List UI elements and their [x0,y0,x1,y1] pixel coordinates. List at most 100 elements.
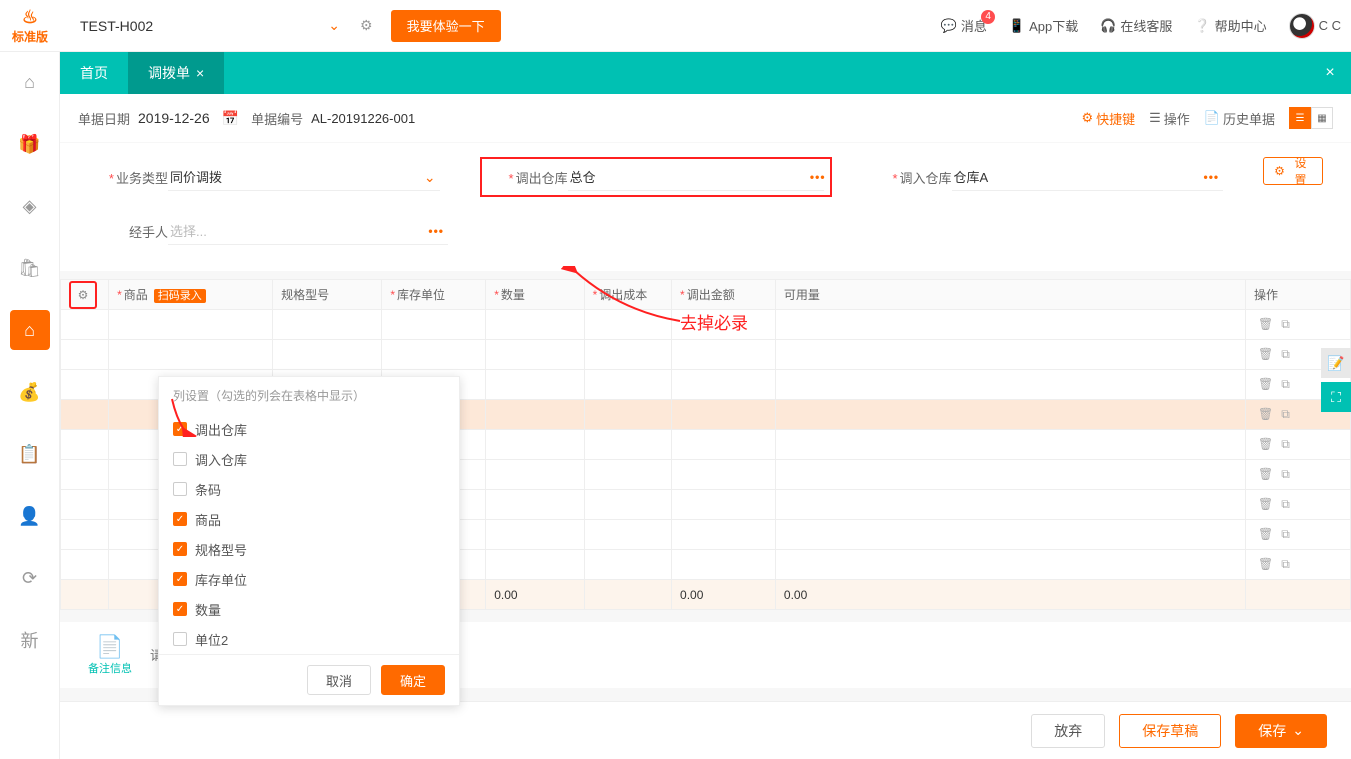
chevron-down-icon: ⌄ [1292,722,1304,739]
calendar-icon[interactable]: 📅 [222,110,239,127]
gear-icon[interactable]: ⚙ [360,17,373,34]
delete-icon[interactable]: 🗑 [1258,437,1273,451]
flame-icon: ♨ [22,7,38,28]
more-icon: ••• [1204,170,1220,184]
column-option-label: 规格型号 [195,540,247,559]
column-option[interactable]: 调入仓库 [173,444,445,474]
tab-home[interactable]: 首页 [60,52,128,94]
headset-icon: 🎧 [1100,18,1116,34]
delete-icon[interactable]: 🗑 [1258,497,1273,511]
nav-bag-icon[interactable]: 🛍 [10,248,50,288]
copy-icon[interactable]: ⧉ [1281,347,1290,362]
nav-diamond-icon[interactable]: ◈ [10,186,50,226]
column-option[interactable]: ✓库存单位 [173,564,445,594]
popup-cancel-button[interactable]: 取消 [307,665,371,695]
popup-title: 列设置（勾选的列会在表格中显示） [159,377,459,414]
nav-share-icon[interactable]: ⟳ [10,558,50,598]
checkbox-icon [173,452,187,466]
footer-actions: 放弃 保存草稿 保存⌄ [60,701,1351,759]
save-button[interactable]: 保存⌄ [1235,714,1327,748]
copy-icon[interactable]: ⧉ [1281,407,1290,422]
tab-transfer[interactable]: 调拨单 × [128,52,224,94]
phone-icon: 📱 [1009,18,1025,34]
delete-icon[interactable]: 🗑 [1258,557,1273,571]
column-settings-button[interactable]: ⚙ [69,281,97,309]
nav-contact-icon[interactable]: 👤 [10,496,50,536]
app-download-button[interactable]: 📱 App下载 [1009,16,1078,35]
question-icon: ❔ [1194,18,1210,34]
left-sidebar: ⌂ 🎁 ◈ 🛍 ⌂ 💰 📋 👤 ⟳ 新 [0,52,60,759]
popup-confirm-button[interactable]: 确定 [381,665,445,695]
delete-icon[interactable]: 🗑 [1258,467,1273,481]
tool-expand-icon[interactable]: ⛶ [1321,382,1351,412]
th-qty: *数量 [486,280,584,310]
save-draft-button[interactable]: 保存草稿 [1119,714,1221,748]
copy-icon[interactable]: ⧉ [1281,377,1290,392]
th-cost: *调出成本 [584,280,671,310]
nav-warehouse-icon[interactable]: ⌂ [10,310,50,350]
field-out-warehouse[interactable]: *调出仓库 总仓 ••• [480,157,832,197]
trial-button[interactable]: 我要体验一下 [391,10,501,42]
field-business-type[interactable]: *业务类型 同价调拨 ⌄ [88,157,440,197]
close-icon[interactable]: × [196,65,204,81]
column-option[interactable]: ✓数量 [173,594,445,624]
tabs-close-all[interactable]: × [1309,52,1351,94]
brand-logo: ♨ 标准版 [10,7,50,45]
column-option[interactable]: ✓ 调出仓库 [173,414,445,444]
column-option-label: 调出仓库 [195,420,247,439]
tab-home-label: 首页 [80,63,108,83]
chevron-down-icon: ⌄ [328,17,340,34]
operations-button[interactable]: ☰操作 [1149,109,1190,128]
doc-date-value[interactable]: 2019-12-26 [138,110,210,126]
delete-icon[interactable]: 🗑 [1258,527,1273,541]
copy-icon[interactable]: ⧉ [1281,317,1290,332]
field-in-warehouse[interactable]: *调入仓库 仓库A ••• [872,157,1224,197]
store-selector[interactable]: TEST-H002 ⌄ [80,10,340,42]
copy-icon[interactable]: ⧉ [1281,437,1290,452]
help-center-button[interactable]: ❔ 帮助中心 [1194,16,1266,35]
user-name: C C [1319,18,1341,33]
avatar [1289,13,1315,39]
nav-gift-icon[interactable]: 🎁 [10,124,50,164]
copy-icon[interactable]: ⧉ [1281,557,1290,572]
copy-icon[interactable]: ⧉ [1281,467,1290,482]
app-download-label: App下载 [1029,16,1078,35]
column-option-label: 库存单位 [195,570,247,589]
column-option-label: 商品 [195,510,221,529]
user-menu[interactable]: C C [1289,13,1341,39]
checkbox-icon: ✓ [173,512,187,526]
online-service-button[interactable]: 🎧 在线客服 [1100,16,1172,35]
delete-icon[interactable]: 🗑 [1258,347,1273,361]
column-option[interactable]: 条码 [173,474,445,504]
scan-badge[interactable]: 扫码录入 [154,289,206,303]
view-grid[interactable]: ▦ [1311,107,1333,129]
nav-money-icon[interactable]: 💰 [10,372,50,412]
right-tools: 📝 ⛶ [1321,348,1351,416]
nav-new-icon[interactable]: 新 [10,620,50,660]
shortcuts-button[interactable]: ⚙快捷键 [1081,109,1135,128]
messages-button[interactable]: 💬 消息 4 [941,16,987,35]
nav-home-icon[interactable]: ⌂ [10,62,50,102]
column-option[interactable]: ✓ 商品 [173,504,445,534]
field-handler[interactable]: 经手人 选择... ••• [88,217,448,245]
settings-button[interactable]: ⚙设置 [1263,157,1323,185]
table-row[interactable]: 🗑⧉ [61,340,1351,370]
checkbox-icon: ✓ [173,422,187,436]
copy-icon[interactable]: ⧉ [1281,527,1290,542]
copy-icon[interactable]: ⧉ [1281,497,1290,512]
column-option[interactable]: ✓规格型号 [173,534,445,564]
summary-qty: 0.00 [486,580,584,610]
store-name: TEST-H002 [80,18,153,34]
summary-avail: 0.00 [775,580,1245,610]
view-list[interactable]: ☰ [1289,107,1311,129]
delete-icon[interactable]: 🗑 [1258,377,1273,391]
tool-note-icon[interactable]: 📝 [1321,348,1351,378]
delete-icon[interactable]: 🗑 [1258,407,1273,421]
chat-icon: 💬 [941,18,957,34]
discard-button[interactable]: 放弃 [1031,714,1105,748]
delete-icon[interactable]: 🗑 [1258,317,1273,331]
column-option[interactable]: 单位2 [173,624,445,654]
nav-clipboard-icon[interactable]: 📋 [10,434,50,474]
column-settings-popup: 列设置（勾选的列会在表格中显示） ✓ 调出仓库调入仓库条码 ✓ 商品 ✓规格型号✓库存单… [158,376,460,706]
history-button[interactable]: 📄历史单据 [1204,109,1275,128]
